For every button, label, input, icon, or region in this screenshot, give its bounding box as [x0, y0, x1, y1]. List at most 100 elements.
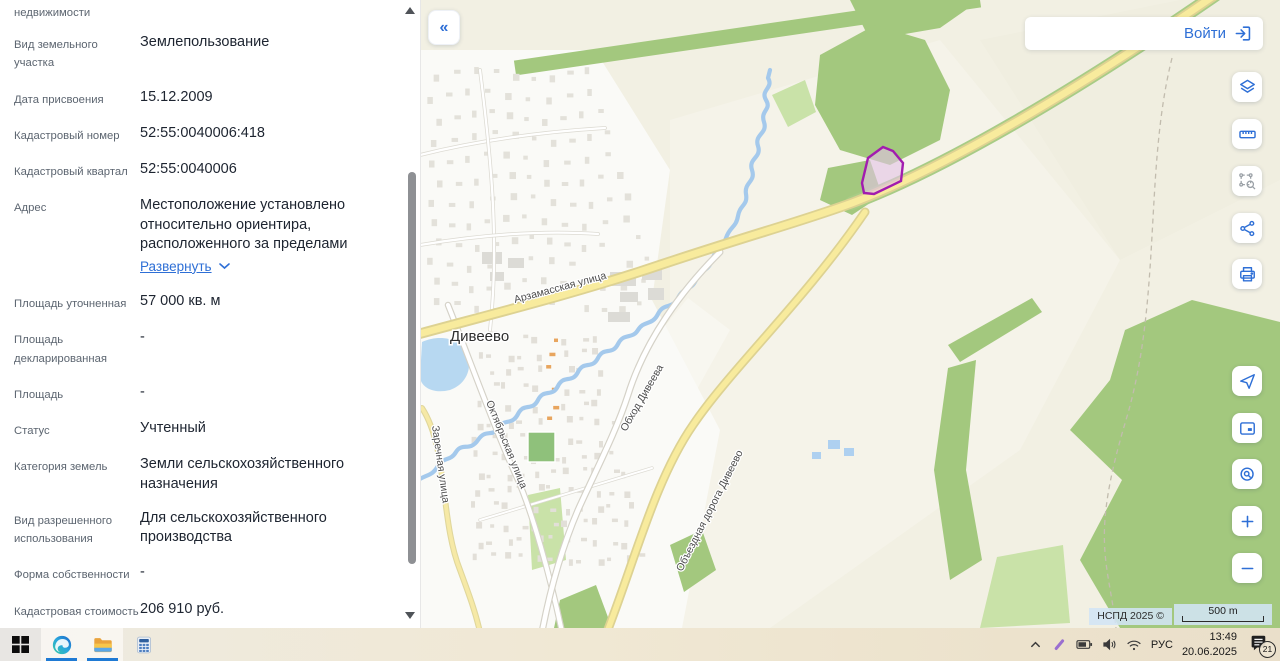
- measure-button[interactable]: [1232, 119, 1262, 149]
- field-value: Учтенный: [140, 420, 206, 437]
- tray-pen-icon[interactable]: [1051, 637, 1067, 653]
- area-select-button[interactable]: [1232, 166, 1262, 196]
- login-button[interactable]: Войти: [1025, 17, 1263, 50]
- chevron-down-icon: [218, 263, 230, 270]
- zoom-in-button[interactable]: [1232, 506, 1262, 536]
- field-value: 52:55:0040006:418: [140, 124, 265, 141]
- minimap-icon: [1239, 421, 1255, 435]
- scrollbar-down-arrow[interactable]: [405, 612, 415, 619]
- notification-badge: 21: [1259, 640, 1276, 658]
- print-icon: [1239, 266, 1255, 282]
- expand-address-link[interactable]: Развернуть: [140, 258, 230, 276]
- tray-speaker-icon[interactable]: [1102, 638, 1117, 651]
- scrollbar-thumb[interactable]: [408, 172, 416, 564]
- town-label: Дивеево: [450, 328, 509, 345]
- windows-logo-icon: [12, 636, 29, 653]
- field-label: Форма собственности: [14, 569, 130, 582]
- field-value: Земли сельскохозяйственного назначения: [140, 456, 345, 492]
- field-label: Кадастровый номер: [14, 129, 120, 142]
- field-label: Кадастровая стоимость: [14, 605, 139, 618]
- field-value: 206 910 руб.: [140, 600, 225, 617]
- panel-row: Кадастровый квартал 52:55:0040006: [14, 160, 420, 181]
- map-canvas[interactable]: Дивеево Арзамасская улица Обход Дивеева …: [420, 0, 1280, 628]
- taskbar: РУС 13:49 20.06.2025 21: [0, 628, 1280, 661]
- app-root: недвижимости Вид земельного участка Земле…: [0, 0, 1280, 661]
- field-label: Площадь: [14, 388, 64, 401]
- field-label: Площадь декларированная: [14, 334, 108, 365]
- notifications-button[interactable]: 21: [1248, 633, 1276, 658]
- parcel-info-panel: недвижимости Вид земельного участка Земле…: [0, 0, 421, 628]
- share-icon: [1239, 220, 1254, 236]
- panel-row: Вид разрешенного использования Для сельск…: [14, 509, 420, 549]
- field-value: 52:55:0040006: [140, 161, 237, 178]
- plus-icon: [1241, 515, 1253, 527]
- zoom-out-button[interactable]: [1232, 553, 1262, 583]
- clock-time: 13:49: [1209, 631, 1237, 644]
- clock-date: 20.06.2025: [1181, 645, 1237, 658]
- panel-row: Площадь -: [14, 383, 420, 404]
- ruler-icon: [1238, 130, 1256, 138]
- field-value: 57 000 кв. м: [140, 292, 221, 309]
- panel-row: Статус Учтенный: [14, 419, 420, 440]
- search-area-icon: [1239, 466, 1254, 481]
- login-icon: [1235, 26, 1251, 41]
- map-attribution: НСПД 2025 © 500 m: [1089, 604, 1272, 625]
- file-explorer-button[interactable]: [82, 628, 123, 661]
- field-value: 15.12.2009: [140, 88, 213, 105]
- share-button[interactable]: [1232, 213, 1262, 243]
- clock[interactable]: 13:49 20.06.2025: [1182, 630, 1237, 659]
- calculator-button[interactable]: [123, 628, 164, 661]
- language-indicator[interactable]: РУС: [1151, 639, 1173, 651]
- print-button[interactable]: [1232, 259, 1262, 289]
- tray-battery-icon[interactable]: [1076, 638, 1093, 651]
- folder-icon: [93, 637, 112, 652]
- login-label: Войти: [1184, 25, 1226, 42]
- field-label: Категория земель: [14, 461, 108, 474]
- start-button[interactable]: [0, 628, 41, 661]
- field-value: Местоположение установлено относительно …: [140, 197, 348, 276]
- panel-row: Кадастровый номер 52:55:0040006:418: [14, 124, 420, 145]
- panel-row: Адрес Местоположение установлено относите…: [14, 196, 420, 277]
- sports-field: [527, 431, 556, 463]
- field-label: Адрес: [14, 202, 47, 215]
- attribution-text: НСПД 2025 ©: [1089, 608, 1172, 625]
- search-area-button[interactable]: [1232, 459, 1262, 489]
- panel-row: Дата присвоения 15.12.2009: [14, 88, 420, 109]
- locate-button[interactable]: [1232, 366, 1262, 396]
- minimap-button[interactable]: [1232, 413, 1262, 443]
- scrollbar-up-arrow[interactable]: [405, 7, 415, 14]
- field-label: Статус: [14, 425, 50, 438]
- clipped-top-label: недвижимости: [14, 7, 91, 19]
- field-value: Землепользование: [140, 34, 270, 50]
- locate-icon: [1239, 373, 1255, 389]
- field-label: Дата присвоения: [14, 93, 104, 106]
- edge-icon: [52, 635, 71, 654]
- field-label: Вид разрешенного использования: [14, 514, 113, 546]
- scale-bar: 500 m: [1174, 604, 1272, 625]
- field-label: Кадастровый квартал: [14, 166, 128, 179]
- panel-row: Площадь уточненная 57 000 кв. м: [14, 292, 420, 313]
- field-label: Площадь уточненная: [14, 297, 127, 310]
- panel-row: Площадь декларированная -: [14, 328, 420, 368]
- field-value: -: [140, 564, 145, 581]
- collapse-glyph: «: [439, 18, 449, 36]
- field-label: Вид земельного участка: [14, 39, 98, 70]
- calculator-icon: [136, 636, 151, 653]
- collapse-panel-button[interactable]: «: [428, 10, 460, 45]
- layers-button[interactable]: [1232, 72, 1262, 102]
- layers-icon: [1239, 79, 1255, 93]
- field-value: -: [140, 383, 145, 400]
- panel-row: Кадастровая стоимость 206 910 руб.: [14, 600, 420, 621]
- area-select-icon: [1238, 172, 1255, 189]
- edge-browser-button[interactable]: [41, 628, 82, 661]
- panel-row: Категория земель Земли сельскохозяйственн…: [14, 455, 420, 493]
- tray-wifi-icon[interactable]: [1126, 639, 1142, 651]
- tray-chevron-up-icon[interactable]: [1029, 638, 1042, 651]
- field-value: Для сельскохозяйственного производства: [140, 509, 327, 545]
- minus-icon: [1241, 567, 1253, 569]
- panel-row: Форма собственности -: [14, 563, 420, 584]
- system-tray: РУС 13:49 20.06.2025 21: [1029, 628, 1280, 661]
- panel-rows: Вид земельного участка Землепользование Да…: [14, 33, 420, 621]
- panel-row: Вид земельного участка Землепользование: [14, 33, 420, 73]
- field-value: -: [140, 329, 145, 346]
